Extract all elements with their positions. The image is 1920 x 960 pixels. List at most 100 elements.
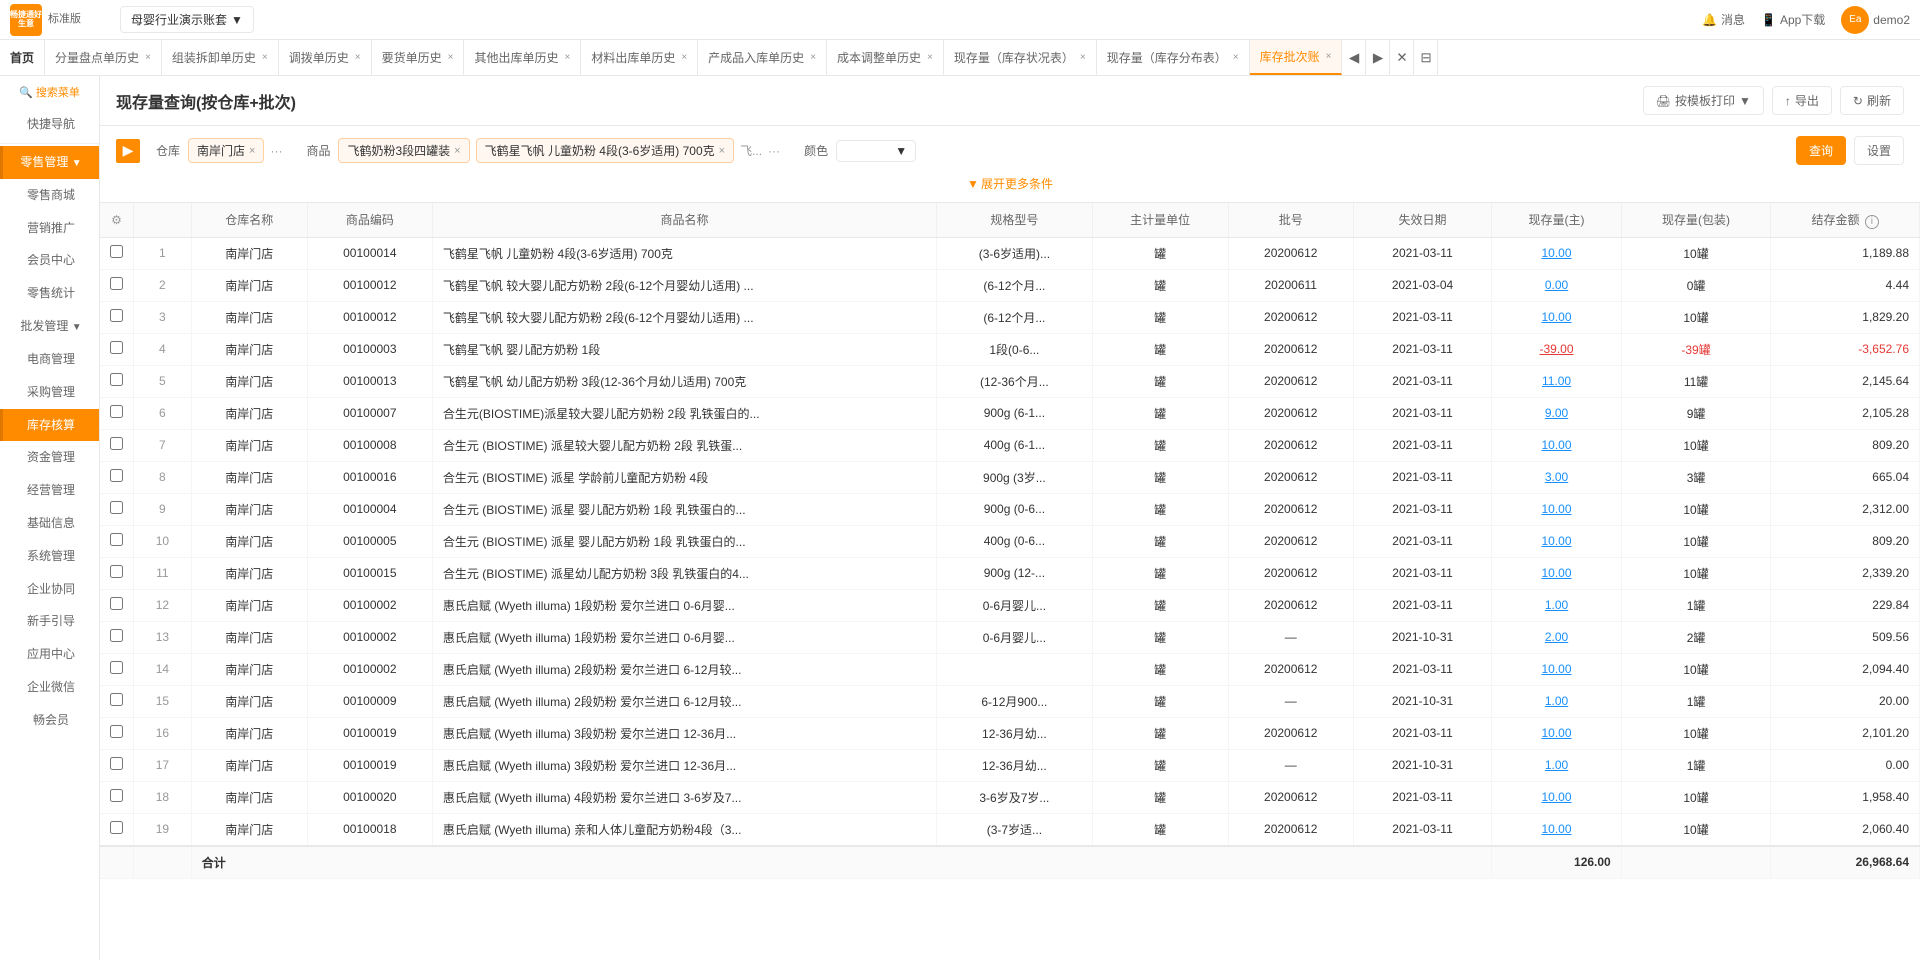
- row-stock-main[interactable]: 10.00: [1492, 653, 1621, 685]
- row-stock-main[interactable]: 10.00: [1492, 781, 1621, 813]
- notifications-btn[interactable]: 🔔 消息: [1702, 11, 1745, 28]
- sidebar-item-purchase[interactable]: 采购管理: [0, 376, 99, 409]
- row-stock-main[interactable]: 0.00: [1492, 269, 1621, 301]
- close-icon[interactable]: ×: [1080, 52, 1086, 63]
- sidebar-item-app-center[interactable]: 应用中心: [0, 638, 99, 671]
- row-checkbox[interactable]: [100, 269, 134, 301]
- sidebar-item-member[interactable]: 会员中心: [0, 244, 99, 277]
- row-stock-main[interactable]: 10.00: [1492, 237, 1621, 269]
- nav-arrow-btn[interactable]: ▶: [116, 139, 140, 163]
- product-tag-2[interactable]: 飞鹤星飞帆 儿童奶粉 4段(3-6岁适用) 700克 ×: [476, 138, 734, 163]
- row-checkbox[interactable]: [100, 493, 134, 525]
- row-checkbox[interactable]: [100, 813, 134, 846]
- tab-split-inventory[interactable]: 分量盘点单历史 ×: [45, 40, 162, 75]
- close-icon[interactable]: ×: [145, 52, 151, 63]
- sidebar-item-ecommerce[interactable]: 电商管理: [0, 343, 99, 376]
- close-icon[interactable]: ×: [564, 52, 570, 63]
- close-icon[interactable]: ×: [1233, 52, 1239, 63]
- remove-warehouse-icon[interactable]: ×: [249, 145, 255, 157]
- close-icon[interactable]: ×: [927, 52, 933, 63]
- tab-batch-ledger[interactable]: 库存批次账 ×: [1250, 40, 1343, 75]
- row-stock-main[interactable]: 1.00: [1492, 749, 1621, 781]
- sidebar-item-operations[interactable]: 经营管理: [0, 474, 99, 507]
- row-stock-main[interactable]: 11.00: [1492, 365, 1621, 397]
- sidebar-item-enterprise-wechat[interactable]: 企业微信: [0, 671, 99, 704]
- row-stock-main[interactable]: 3.00: [1492, 461, 1621, 493]
- row-stock-main[interactable]: 10.00: [1492, 717, 1621, 749]
- sidebar-item-member-card[interactable]: 畅会员: [0, 704, 99, 737]
- sidebar-search[interactable]: 🔍 搜索菜单: [0, 76, 99, 108]
- tab-disassemble[interactable]: 组装拆卸单历史 ×: [162, 40, 279, 75]
- more-products-ellipsis[interactable]: ···: [768, 144, 780, 158]
- sidebar-item-guide[interactable]: 新手引导: [0, 605, 99, 638]
- tab-cost-adjust[interactable]: 成本调整单历史 ×: [827, 40, 944, 75]
- remove-product1-icon[interactable]: ×: [454, 145, 460, 157]
- settings-icon[interactable]: ⚙: [111, 213, 122, 227]
- sidebar-item-inventory[interactable]: 库存核算: [0, 409, 99, 442]
- row-checkbox[interactable]: [100, 685, 134, 717]
- row-stock-main[interactable]: 10.00: [1492, 813, 1621, 846]
- expand-conditions-btn[interactable]: ▼ 展开更多条件: [967, 175, 1053, 192]
- close-icon[interactable]: ×: [681, 52, 687, 63]
- warehouse-tag[interactable]: 南岸门店 ×: [188, 138, 264, 163]
- remove-product2-icon[interactable]: ×: [719, 145, 725, 157]
- sidebar-item-system[interactable]: 系统管理: [0, 540, 99, 573]
- row-checkbox[interactable]: [100, 397, 134, 429]
- sidebar-item-wholesale[interactable]: 批发管理 ▼: [0, 310, 99, 343]
- row-checkbox[interactable]: [100, 301, 134, 333]
- row-checkbox[interactable]: [100, 237, 134, 269]
- tab-stock-dist[interactable]: 现存量（库存分布表） ×: [1097, 40, 1250, 75]
- color-dropdown[interactable]: ▼: [836, 140, 916, 162]
- row-checkbox[interactable]: [100, 717, 134, 749]
- refresh-btn[interactable]: ↻ 刷新: [1840, 86, 1904, 115]
- tab-home[interactable]: 首页: [0, 40, 45, 75]
- row-stock-main[interactable]: 1.00: [1492, 589, 1621, 621]
- row-stock-main[interactable]: 10.00: [1492, 493, 1621, 525]
- row-stock-main[interactable]: 2.00: [1492, 621, 1621, 653]
- row-stock-main[interactable]: 1.00: [1492, 685, 1621, 717]
- sidebar-item-finance[interactable]: 资金管理: [0, 441, 99, 474]
- tab-other-out[interactable]: 其他出库单历史 ×: [464, 40, 581, 75]
- row-checkbox[interactable]: [100, 557, 134, 589]
- close-icon[interactable]: ×: [810, 52, 816, 63]
- query-btn[interactable]: 查询: [1796, 136, 1846, 165]
- row-stock-main[interactable]: 10.00: [1492, 429, 1621, 461]
- app-download-btn[interactable]: 📱 App下载: [1761, 11, 1825, 28]
- sidebar-item-quick-nav[interactable]: 快捷导航: [0, 108, 99, 141]
- settings-btn[interactable]: 设置: [1854, 136, 1904, 165]
- org-selector[interactable]: 母婴行业演示账套 ▼: [120, 6, 254, 33]
- row-stock-main[interactable]: -39.00: [1492, 333, 1621, 365]
- row-stock-main[interactable]: 10.00: [1492, 525, 1621, 557]
- tab-stock-status[interactable]: 现存量（库存状况表） ×: [944, 40, 1097, 75]
- tab-menu-btn[interactable]: ⊟: [1414, 40, 1438, 75]
- sidebar-item-marketing[interactable]: 营销推广: [0, 212, 99, 245]
- tab-product-in[interactable]: 产成品入库单历史 ×: [698, 40, 827, 75]
- row-stock-main[interactable]: 9.00: [1492, 397, 1621, 429]
- tab-requisition[interactable]: 要货单历史 ×: [372, 40, 465, 75]
- sidebar-item-retail[interactable]: 零售管理 ▼: [0, 146, 99, 179]
- row-checkbox[interactable]: [100, 525, 134, 557]
- close-icon[interactable]: ×: [448, 52, 454, 63]
- print-btn[interactable]: 🖨 按模板打印 ▼: [1643, 86, 1764, 115]
- sidebar-item-enterprise[interactable]: 企业协同: [0, 573, 99, 606]
- more-warehouses[interactable]: ···: [270, 144, 282, 158]
- export-btn[interactable]: ↑ 导出: [1772, 86, 1832, 115]
- tab-next-btn[interactable]: ▶: [1366, 40, 1390, 75]
- sidebar-item-retail-shop[interactable]: 零售商城: [0, 179, 99, 212]
- sidebar-item-basic[interactable]: 基础信息: [0, 507, 99, 540]
- close-icon[interactable]: ×: [262, 52, 268, 63]
- tab-material-out[interactable]: 材料出库单历史 ×: [581, 40, 698, 75]
- row-checkbox[interactable]: [100, 429, 134, 461]
- row-stock-main[interactable]: 10.00: [1492, 557, 1621, 589]
- close-icon[interactable]: ×: [355, 52, 361, 63]
- balance-info-icon[interactable]: i: [1865, 215, 1879, 229]
- sidebar-item-retail-stats[interactable]: 零售统计: [0, 277, 99, 310]
- tab-prev-btn[interactable]: ◀: [1342, 40, 1366, 75]
- more-products[interactable]: 飞...: [740, 142, 762, 159]
- row-checkbox[interactable]: [100, 781, 134, 813]
- row-stock-main[interactable]: 10.00: [1492, 301, 1621, 333]
- row-checkbox[interactable]: [100, 461, 134, 493]
- row-checkbox[interactable]: [100, 621, 134, 653]
- tab-close-all-btn[interactable]: ✕: [1390, 40, 1414, 75]
- row-checkbox[interactable]: [100, 749, 134, 781]
